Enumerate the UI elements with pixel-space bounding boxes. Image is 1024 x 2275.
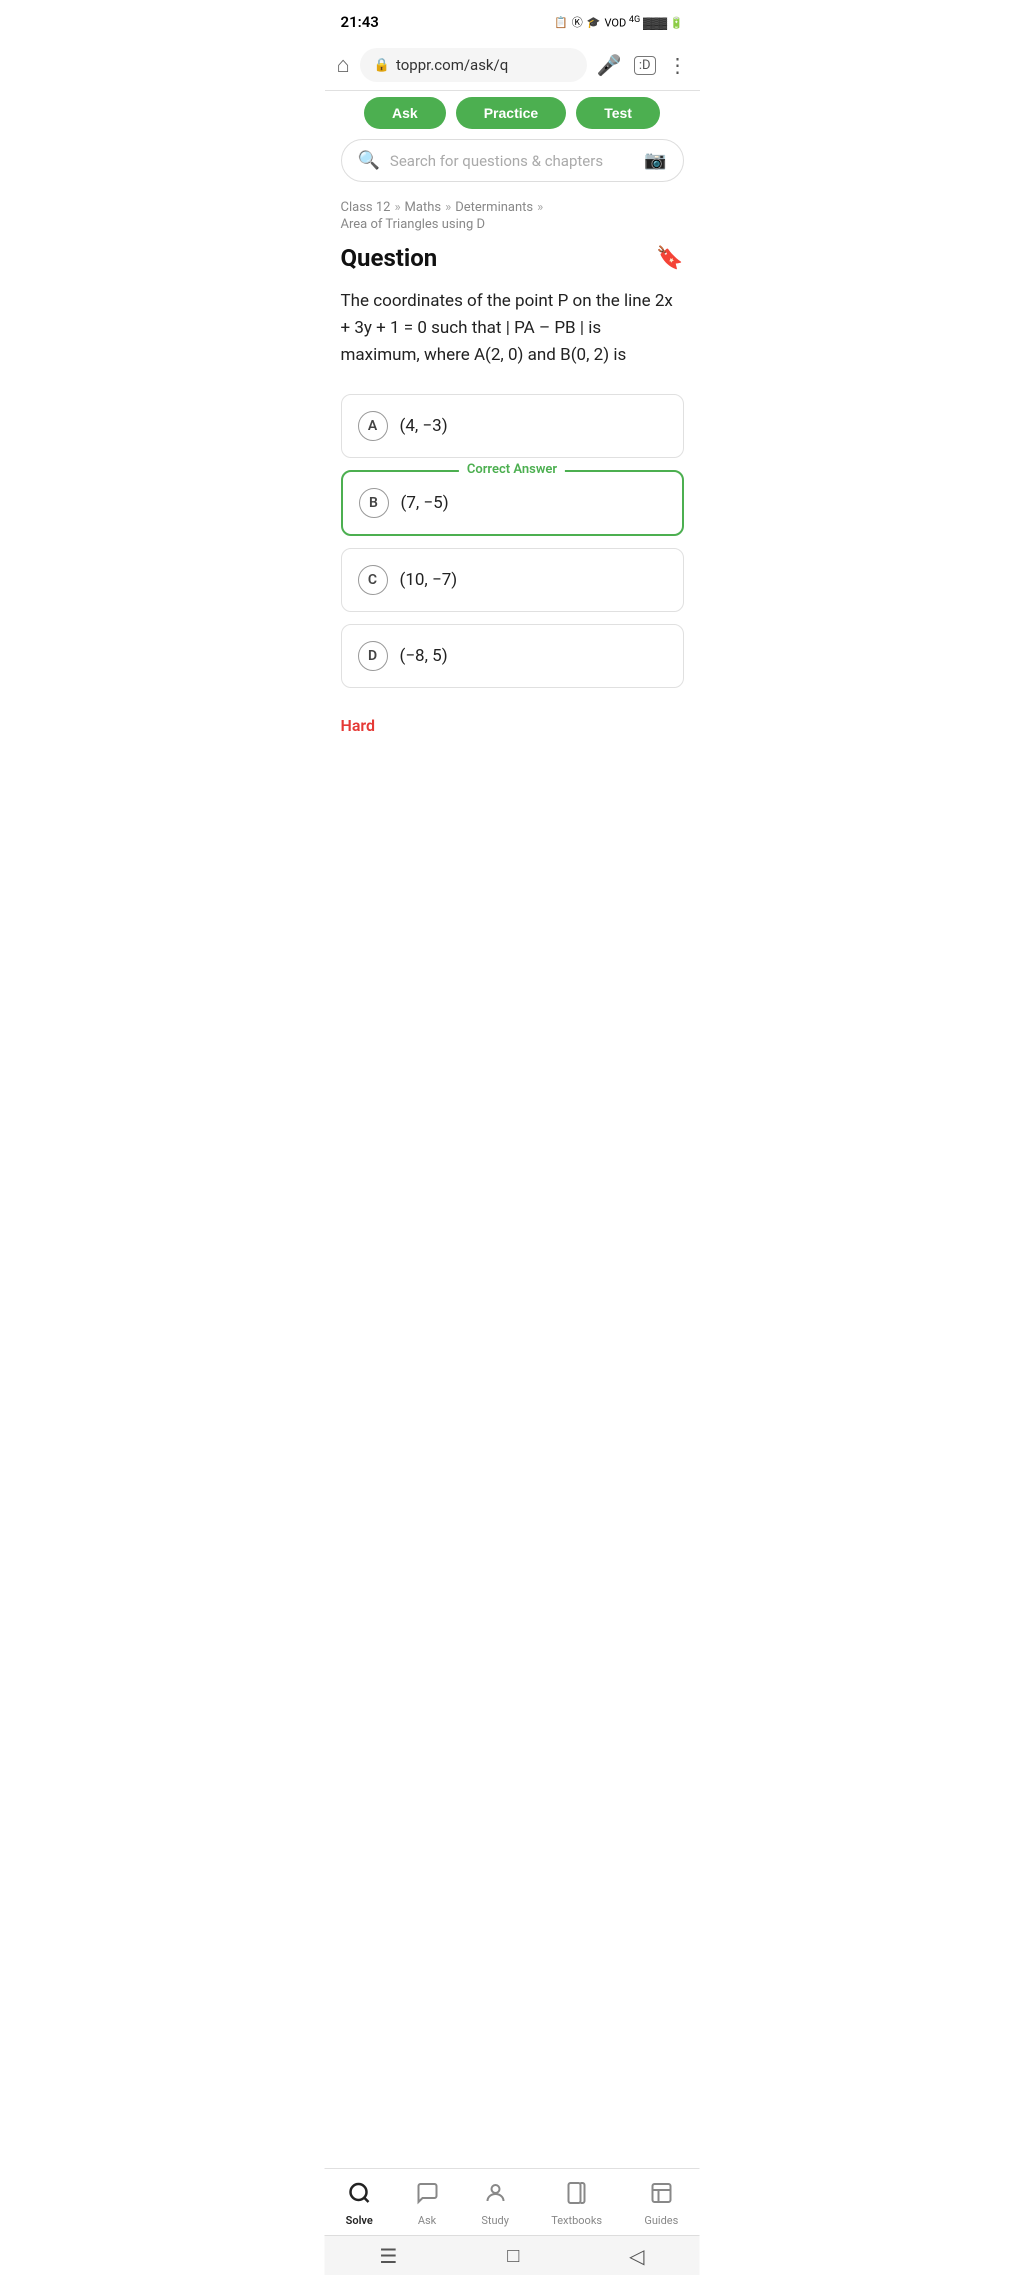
ask-button[interactable]: Ask xyxy=(364,97,446,129)
more-icon[interactable]: ⋮ xyxy=(668,53,688,77)
practice-button[interactable]: Practice xyxy=(456,97,566,129)
solve-icon xyxy=(347,2181,371,2211)
breadcrumb-area[interactable]: Area of Triangles using D xyxy=(341,217,486,232)
url-bar[interactable]: 🔒 toppr.com/ask/q xyxy=(360,48,587,82)
display-icon[interactable]: :D xyxy=(634,56,656,75)
options-list: A (4, −3) Correct Answer B (7, −5) C (10… xyxy=(341,394,684,688)
question-section: Question 🔖 The coordinates of the point … xyxy=(325,244,700,688)
ask-icon xyxy=(415,2181,439,2211)
status-time: 21:43 xyxy=(341,13,379,31)
breadcrumb-class12[interactable]: Class 12 xyxy=(341,200,391,215)
nav-textbooks-label: Textbooks xyxy=(551,2214,602,2227)
nav-study[interactable]: Study xyxy=(469,2177,521,2231)
lock-icon: 🔒 xyxy=(374,58,390,73)
android-back[interactable]: ◁ xyxy=(629,2244,644,2268)
question-text: The coordinates of the point P on the li… xyxy=(341,288,684,370)
bookmark-icon[interactable]: 🔖 xyxy=(656,246,683,271)
search-input[interactable]: Search for questions & chapters xyxy=(390,152,634,170)
nav-guides[interactable]: Guides xyxy=(632,2177,690,2231)
status-bar: 21:43 📋 Ⓚ 🎓 VOD 4G ▓▓▓ 🔋 xyxy=(325,0,700,40)
nav-ask[interactable]: Ask xyxy=(403,2177,451,2231)
status-icons: 📋 Ⓚ 🎓 VOD 4G ▓▓▓ 🔋 xyxy=(554,14,683,30)
correct-answer-label: Correct Answer xyxy=(459,462,565,477)
android-bar: ☰ □ ◁ xyxy=(325,2235,700,2275)
nav-textbooks[interactable]: Textbooks xyxy=(539,2177,614,2231)
option-a[interactable]: A (4, −3) xyxy=(341,394,684,458)
option-a-label: A xyxy=(358,411,388,441)
breadcrumb-sep-2: » xyxy=(445,200,451,215)
mic-icon[interactable]: 🎤 xyxy=(597,53,622,77)
option-c-text: (10, −7) xyxy=(400,570,458,590)
browser-bar: ⌂ 🔒 toppr.com/ask/q 🎤 :D ⋮ xyxy=(325,40,700,91)
option-c[interactable]: C (10, −7) xyxy=(341,548,684,612)
hat-icon: 🎓 xyxy=(587,16,601,29)
option-c-label: C xyxy=(358,565,388,595)
android-home[interactable]: □ xyxy=(507,2243,519,2268)
breadcrumb-maths[interactable]: Maths xyxy=(405,200,442,215)
textbooks-icon xyxy=(565,2181,589,2211)
green-buttons-strip: Ask Practice Test xyxy=(325,91,700,131)
option-d[interactable]: D (−8, 5) xyxy=(341,624,684,688)
android-menu[interactable]: ☰ xyxy=(379,2244,397,2268)
camera-icon[interactable]: 📷 xyxy=(644,150,666,171)
nav-ask-label: Ask xyxy=(418,2214,436,2227)
option-d-label: D xyxy=(358,641,388,671)
breadcrumb-sep-3: » xyxy=(537,200,543,215)
option-b-text: (7, −5) xyxy=(401,493,449,513)
option-b[interactable]: Correct Answer B (7, −5) xyxy=(341,470,684,536)
signal-icons: VOD 4G ▓▓▓ 🔋 xyxy=(604,15,683,30)
home-icon[interactable]: ⌂ xyxy=(337,52,350,78)
test-button[interactable]: Test xyxy=(576,97,660,129)
difficulty-label: Hard xyxy=(325,708,700,755)
guides-icon xyxy=(649,2181,673,2211)
option-b-label: B xyxy=(359,488,389,518)
nav-solve-label: Solve xyxy=(346,2214,373,2227)
bottom-nav: Solve Ask Study Textbooks xyxy=(325,2168,700,2235)
search-icon: 🔍 xyxy=(358,150,380,171)
study-icon xyxy=(483,2181,507,2211)
nav-study-label: Study xyxy=(481,2214,509,2227)
nav-guides-label: Guides xyxy=(644,2214,678,2227)
option-a-text: (4, −3) xyxy=(400,416,448,436)
search-bar[interactable]: 🔍 Search for questions & chapters 📷 xyxy=(341,139,684,182)
url-text: toppr.com/ask/q xyxy=(396,56,508,74)
question-title: Question xyxy=(341,244,438,272)
k-icon: Ⓚ xyxy=(572,14,583,30)
breadcrumb-determinants[interactable]: Determinants xyxy=(455,200,533,215)
question-header: Question 🔖 xyxy=(341,244,684,272)
breadcrumb-sep-1: » xyxy=(394,200,400,215)
nav-solve[interactable]: Solve xyxy=(334,2177,385,2231)
browser-actions: 🎤 :D ⋮ xyxy=(597,53,688,77)
breadcrumb: Class 12 » Maths » Determinants » Area o… xyxy=(325,194,700,244)
option-d-text: (−8, 5) xyxy=(400,646,448,666)
notification-icon: 📋 xyxy=(554,16,568,29)
